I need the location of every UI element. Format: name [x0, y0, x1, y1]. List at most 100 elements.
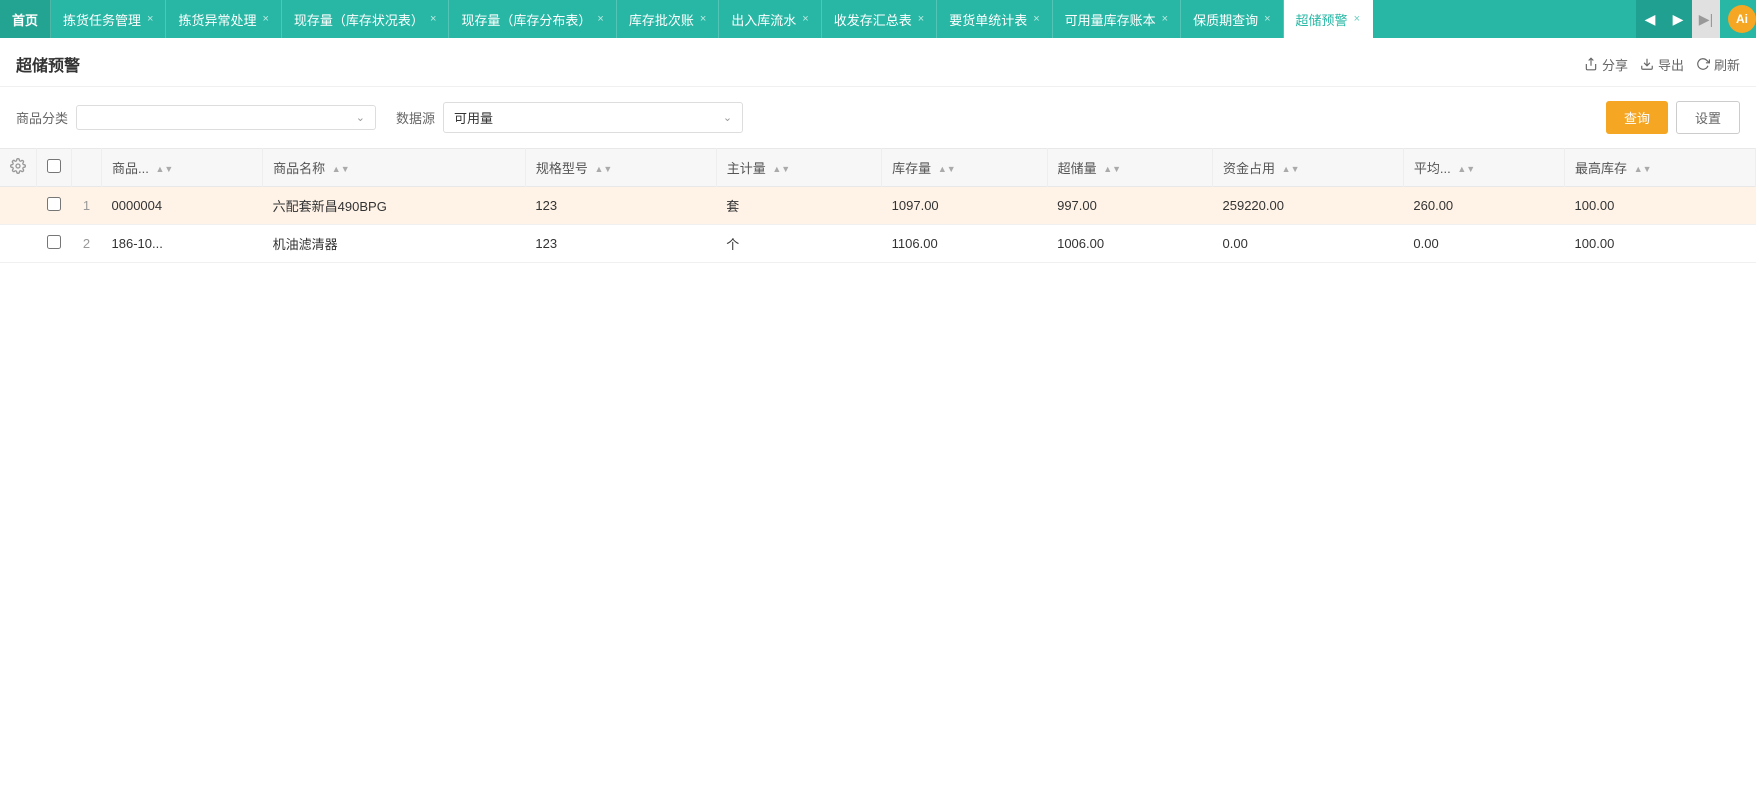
row-max-stock-0: 100.00 [1565, 187, 1756, 225]
row-stock-1: 1106.00 [882, 225, 1047, 263]
page-title: 超储预警 [16, 52, 80, 76]
close-tab-batch-icon[interactable]: × [700, 13, 706, 25]
data-table: 商品... ▲▼ 商品名称 ▲▼ 规格型号 ▲▼ 主计量 ▲▼ [0, 148, 1756, 263]
page-header: 超储预警 分享 导出 刷新 [0, 38, 1756, 87]
nav-item-order-stat[interactable]: 要货单统计表× [937, 0, 1052, 38]
row-unit-0: 套 [716, 187, 881, 225]
col-checkbox-header[interactable] [37, 149, 72, 187]
gear-icon[interactable] [10, 158, 26, 174]
category-filter: 商品分类 ⌄ [16, 105, 376, 130]
nav-next-button[interactable]: ▶ [1664, 0, 1692, 38]
row-unit-1: 个 [716, 225, 881, 263]
row-stock-0: 1097.00 [882, 187, 1047, 225]
close-tab-abnormal-icon[interactable]: × [262, 13, 268, 25]
row-checkbox-cell-0[interactable] [37, 187, 72, 225]
nav-item-abnormal[interactable]: 拣货异常处理× [166, 0, 281, 38]
col-max-stock[interactable]: 最高库存 ▲▼ [1565, 149, 1756, 187]
nav-item-stock-status[interactable]: 现存量（库存状况表）× [282, 0, 449, 38]
col-avg[interactable]: 平均... ▲▼ [1403, 149, 1564, 187]
col-product-name[interactable]: 商品名称 ▲▼ [263, 149, 526, 187]
sort-avg-icon: ▲▼ [1457, 165, 1475, 174]
sort-spec-icon: ▲▼ [595, 165, 613, 174]
row-checkbox-1[interactable] [47, 235, 61, 249]
share-button[interactable]: 分享 [1584, 55, 1628, 74]
refresh-button[interactable]: 刷新 [1696, 55, 1740, 74]
row-avg-0: 260.00 [1403, 187, 1564, 225]
row-num-0: 1 [72, 187, 102, 225]
select-all-checkbox[interactable] [47, 159, 61, 173]
nav-last-button[interactable]: ▶| [1692, 0, 1720, 38]
row-num-1: 2 [72, 225, 102, 263]
close-tab-inout-icon[interactable]: × [802, 13, 808, 25]
share-icon [1584, 57, 1598, 71]
row-product-code-0: 0000004 [102, 187, 263, 225]
sort-product-code-icon: ▲▼ [155, 165, 173, 174]
table-row: 2 186-10... 机油滤清器 123 个 1106.00 1006.00 … [0, 225, 1756, 263]
row-overstock-1: 1006.00 [1047, 225, 1212, 263]
datasource-chevron-icon: ⌄ [723, 111, 732, 124]
category-chevron-icon: ⌄ [356, 111, 365, 124]
close-tab-expiry-icon[interactable]: × [1264, 13, 1270, 25]
nav-item-overstock[interactable]: 超储预警× [1284, 0, 1373, 38]
col-product-code[interactable]: 商品... ▲▼ [102, 149, 263, 187]
export-button[interactable]: 导出 [1640, 55, 1684, 74]
filter-area: 商品分类 ⌄ 数据源 可用量 ⌄ 查询 设置 [0, 87, 1756, 148]
col-overstock[interactable]: 超储量 ▲▼ [1047, 149, 1212, 187]
close-tab-task-icon[interactable]: × [147, 13, 153, 25]
table-row: 1 0000004 六配套新昌490BPG 123 套 1097.00 997.… [0, 187, 1756, 225]
nav-item-summary[interactable]: 收发存汇总表× [822, 0, 937, 38]
sort-overstock-icon: ▲▼ [1103, 165, 1121, 174]
nav-item-batch[interactable]: 库存批次账× [617, 0, 719, 38]
settings-button[interactable]: 设置 [1676, 101, 1740, 134]
row-capital-0: 259220.00 [1213, 187, 1404, 225]
sort-unit-icon: ▲▼ [772, 165, 790, 174]
refresh-icon [1696, 57, 1710, 71]
datasource-select[interactable]: 可用量 ⌄ [443, 102, 743, 133]
close-tab-overstock-icon[interactable]: × [1354, 13, 1360, 25]
close-tab-stock-status-icon[interactable]: × [430, 13, 436, 25]
nav-item-available[interactable]: 可用量库存账本× [1053, 0, 1181, 38]
nav-item-home[interactable]: 首页 [0, 0, 51, 38]
datasource-filter: 数据源 可用量 ⌄ [396, 102, 743, 133]
row-max-stock-1: 100.00 [1565, 225, 1756, 263]
col-gear [0, 149, 37, 187]
row-spec-1: 123 [525, 225, 716, 263]
close-tab-available-icon[interactable]: × [1162, 13, 1168, 25]
row-checkbox-cell-1[interactable] [37, 225, 72, 263]
row-spec-0: 123 [525, 187, 716, 225]
filter-actions: 查询 设置 [1606, 101, 1740, 134]
row-overstock-0: 997.00 [1047, 187, 1212, 225]
row-gear-0 [0, 187, 37, 225]
row-checkbox-0[interactable] [47, 197, 61, 211]
close-tab-summary-icon[interactable]: × [918, 13, 924, 25]
row-capital-1: 0.00 [1213, 225, 1404, 263]
category-label: 商品分类 [16, 108, 68, 127]
category-select[interactable]: ⌄ [76, 105, 376, 130]
col-stock[interactable]: 库存量 ▲▼ [882, 149, 1047, 187]
top-navigation: 首页拣货任务管理×拣货异常处理×现存量（库存状况表）×现存量（库存分布表）×库存… [0, 0, 1756, 38]
share-label: 分享 [1602, 55, 1628, 74]
sort-max-stock-icon: ▲▼ [1634, 165, 1652, 174]
row-product-name-1: 机油滤清器 [263, 225, 526, 263]
close-tab-order-stat-icon[interactable]: × [1033, 13, 1039, 25]
col-unit[interactable]: 主计量 ▲▼ [716, 149, 881, 187]
avatar[interactable]: Ai [1728, 5, 1756, 33]
close-tab-stock-dist-icon[interactable]: × [597, 13, 603, 25]
page-content: 超储预警 分享 导出 刷新 商品分类 ⌄ 数据源 [0, 38, 1756, 800]
col-spec[interactable]: 规格型号 ▲▼ [525, 149, 716, 187]
col-rownum [72, 149, 102, 187]
nav-prev-button[interactable]: ◀ [1636, 0, 1664, 38]
nav-item-stock-dist[interactable]: 现存量（库存分布表）× [449, 0, 616, 38]
sort-product-name-icon: ▲▼ [332, 165, 350, 174]
export-icon [1640, 57, 1654, 71]
refresh-label: 刷新 [1714, 55, 1740, 74]
datasource-value: 可用量 [454, 108, 493, 127]
nav-item-inout[interactable]: 出入库流水× [719, 0, 821, 38]
query-button[interactable]: 查询 [1606, 101, 1668, 134]
table-container: 商品... ▲▼ 商品名称 ▲▼ 规格型号 ▲▼ 主计量 ▲▼ [0, 148, 1756, 263]
header-actions: 分享 导出 刷新 [1584, 55, 1740, 74]
row-product-name-0: 六配套新昌490BPG [263, 187, 526, 225]
nav-item-expiry[interactable]: 保质期查询× [1181, 0, 1283, 38]
nav-item-task[interactable]: 拣货任务管理× [51, 0, 166, 38]
col-capital[interactable]: 资金占用 ▲▼ [1213, 149, 1404, 187]
